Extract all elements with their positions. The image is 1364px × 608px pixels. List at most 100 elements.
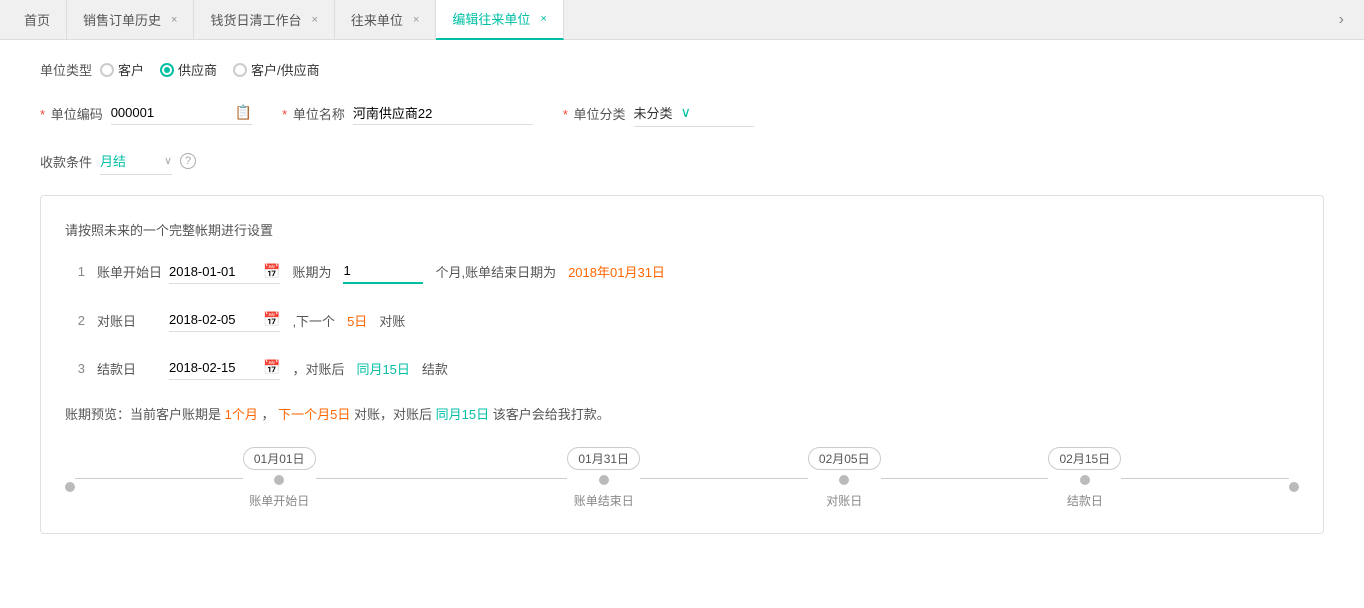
payment-terms-row: 收款条件 月结 ∨ ? [40,147,1324,175]
timeline-wrapper: 01月01日 账单开始日 01月31日 账单结束日 02月05日 对账日 02月… [65,447,1299,509]
billing-row-2-calendar-icon[interactable]: 📅 [263,311,280,328]
unit-code-input-wrapper: 📋 [111,101,252,125]
tab-cashier-close[interactable]: × [311,14,317,26]
timeline-sublabel-3: 对账日 [826,492,862,509]
radio-supplier-circle [160,63,174,77]
unit-name-group: * 单位名称 [282,101,533,125]
billing-row-1: 1 账单开始日 📅 账期为 个月,账单结束日期为 2018年01月31日 [65,259,1299,284]
tabs-bar: 首页 销售订单历史 × 钱货日清工作台 × 往来单位 × 编辑往来单位 × › [0,0,1364,40]
billing-row-1-desc-after: 个月,账单结束日期为 [435,262,556,281]
timeline-line-5 [1121,478,1289,479]
tab-sales-history[interactable]: 销售订单历史 × [67,0,194,40]
preview-text: 账期预览：当前客户账期是 1个月 ， 下一个月5日 对账，对账后 同月15日 该… [65,404,1299,423]
timeline-sublabel-2: 账单结束日 [574,492,634,509]
tab-sales-history-close[interactable]: × [171,14,177,26]
unit-info-row: * 单位编码 📋 * 单位名称 * 单位分类 未分类 ∨ [40,99,1324,127]
payment-terms-select[interactable]: 月结 ∨ [100,147,172,175]
tab-cashier-label: 钱货日清工作台 [210,10,301,29]
radio-customer[interactable]: 客户 [100,60,144,79]
tab-sales-history-label: 销售订单历史 [83,10,161,29]
preview-sep3: 该客户会给我打款。 [493,407,610,422]
billing-row-2-desc-before: ,下一个 [292,311,335,330]
unit-code-label: * 单位编码 [40,104,103,123]
preview-label: 账期预览：当前客户账期是 [65,407,221,422]
radio-supplier-label: 供应商 [178,60,217,79]
billing-panel: 请按照未来的一个完整帐期进行设置 1 账单开始日 📅 账期为 个月,账单结束日期… [40,195,1324,534]
radio-customer-label: 客户 [118,60,144,79]
payment-terms-help[interactable]: ? [180,153,196,169]
tab-edit-partner[interactable]: 编辑往来单位 × [436,0,563,40]
timeline-label-3: 02月05日 [808,447,881,470]
billing-row-3-highlight: 同月15日 [356,359,409,378]
billing-row-2-highlight1: 5日 [347,311,367,330]
payment-terms-label: 收款条件 [40,152,92,171]
page-content: 单位类型 客户 供应商 客户/供应商 * 单位编码 [0,40,1364,608]
radio-supplier[interactable]: 供应商 [160,60,217,79]
billing-row-3-date-wrapper: 📅 [169,356,280,380]
billing-row-1-date-input[interactable] [169,260,259,283]
timeline-node-1: 01月01日 账单开始日 [243,447,316,509]
timeline-line-1 [75,478,243,479]
billing-row-1-desc-before: 账期为 [292,262,331,281]
unit-code-icon[interactable]: 📋 [235,104,252,121]
unit-code-input[interactable] [111,101,231,124]
billing-row-2-date-wrapper: 📅 [169,308,280,332]
unit-name-input[interactable] [353,101,533,125]
billing-row-1-num: 1 [65,264,85,279]
radio-both-label: 客户/供应商 [251,60,320,79]
radio-group-unit-type: 客户 供应商 客户/供应商 [100,60,320,79]
unit-category-group: * 单位分类 未分类 ∨ [563,99,754,127]
timeline-end-dot [1289,482,1299,492]
billing-period-input[interactable] [343,259,423,284]
billing-row-3-desc-before: ，对账后 [292,359,344,378]
radio-both-circle [233,63,247,77]
timeline-dot-3 [839,475,849,485]
billing-row-2-desc-after: 对账 [379,311,405,330]
unit-type-row: 单位类型 客户 供应商 客户/供应商 [40,60,1324,79]
timeline-node-2: 01月31日 账单结束日 [567,447,640,509]
radio-both[interactable]: 客户/供应商 [233,60,320,79]
tab-partner-close[interactable]: × [413,14,419,26]
preview-sep2: 对账，对账后 [354,407,432,422]
timeline-node-3: 02月05日 对账日 [808,447,881,509]
timeline-label-2: 01月31日 [567,447,640,470]
preview-part3: 同月15日 [436,407,489,422]
unit-code-group: * 单位编码 📋 [40,101,252,125]
billing-row-3-num: 3 [65,361,85,376]
timeline-sublabel-1: 账单开始日 [249,492,309,509]
timeline-dot-1 [274,475,284,485]
billing-row-2-date-input[interactable] [169,308,259,331]
payment-terms-value: 月结 [100,147,160,174]
timeline-dot-4 [1080,475,1090,485]
timeline-sublabel-4: 结款日 [1067,492,1103,509]
billing-row-3-desc-after: 结款 [422,359,448,378]
timeline-start-dot [65,482,75,492]
billing-row-3: 3 结款日 📅 ，对账后 同月15日 结款 [65,356,1299,380]
tab-edit-partner-label: 编辑往来单位 [452,9,530,28]
billing-row-3-calendar-icon[interactable]: 📅 [263,359,280,376]
tab-cashier[interactable]: 钱货日清工作台 × [194,0,334,40]
billing-row-2-num: 2 [65,313,85,328]
tab-edit-partner-close[interactable]: × [540,13,546,25]
tab-expand-button[interactable]: › [1327,11,1356,29]
billing-row-3-date-input[interactable] [169,356,259,379]
payment-terms-chevron[interactable]: ∨ [164,154,172,167]
preview-part2: 下一个月5日 [278,407,350,422]
payment-terms-group: 收款条件 月结 ∨ ? [40,147,196,175]
billing-row-1-calendar-icon[interactable]: 📅 [263,263,280,280]
tab-partner[interactable]: 往来单位 × [335,0,436,40]
billing-row-2: 2 对账日 📅 ,下一个 5日 对账 [65,308,1299,332]
unit-category-chevron[interactable]: ∨ [681,104,691,121]
tab-home[interactable]: 首页 [8,0,67,40]
unit-code-required: * [40,107,45,122]
billing-row-1-highlight: 2018年01月31日 [568,262,665,281]
unit-category-label: * 单位分类 [563,104,626,123]
unit-category-select[interactable]: 未分类 ∨ [634,99,754,127]
timeline-label-1: 01月01日 [243,447,316,470]
billing-row-3-label: 结款日 [97,359,157,378]
billing-row-2-label: 对账日 [97,311,157,330]
timeline-line-2 [316,478,568,479]
unit-name-label: * 单位名称 [282,104,345,123]
unit-type-label: 单位类型 [40,60,92,79]
unit-category-value: 未分类 [634,99,673,126]
